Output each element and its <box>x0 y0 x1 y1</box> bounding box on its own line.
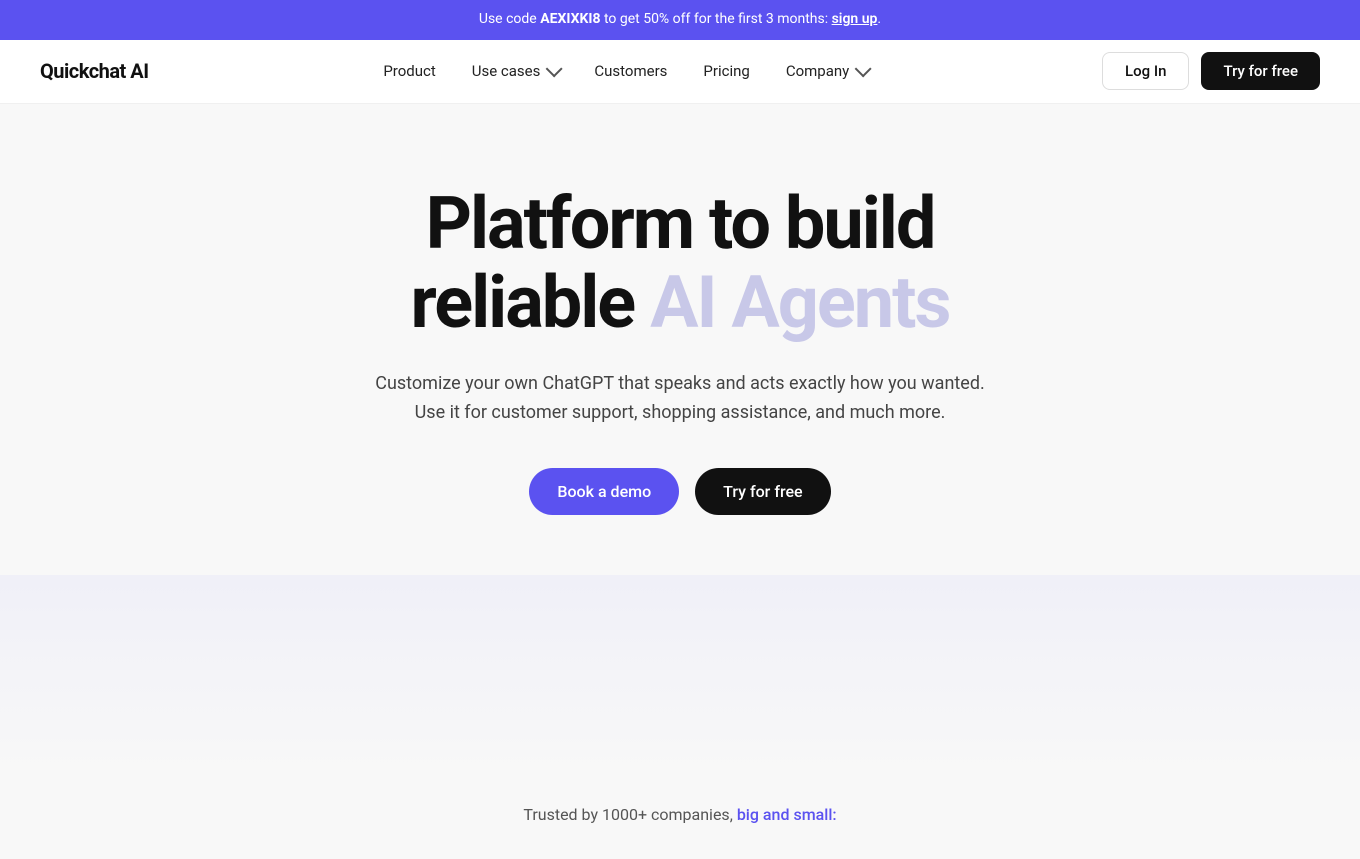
trusted-text: Trusted by 1000+ companies, big and smal… <box>40 805 1320 824</box>
trusted-section: Trusted by 1000+ companies, big and smal… <box>0 775 1360 844</box>
hero-buttons: Book a demo Try for free <box>529 468 830 515</box>
banner-prefix: Use code <box>479 11 540 27</box>
hero-title: Platform to build reliable AI Agents <box>411 184 950 342</box>
hero-title-highlight: AI Agents <box>650 260 949 345</box>
banner-suffix: to get 50% off for the first 3 months: <box>600 11 831 27</box>
nav-item-use-cases[interactable]: Use cases <box>458 54 573 88</box>
hero-subtitle: Customize your own ChatGPT that speaks a… <box>370 370 990 428</box>
nav-logo[interactable]: Quickchat AI <box>40 59 149 83</box>
nav-actions: Log In Try for free <box>1102 52 1320 90</box>
announcement-banner: Use code AEXIXKI8 to get 50% off for the… <box>0 0 1360 40</box>
banner-period: . <box>877 11 881 27</box>
nav-links: Product Use cases Customers Pricing Comp… <box>369 54 881 88</box>
login-button[interactable]: Log In <box>1102 52 1189 90</box>
nav-item-pricing[interactable]: Pricing <box>689 54 763 88</box>
hero-title-line2-prefix: reliable <box>411 260 651 345</box>
hero-section: Platform to build reliable AI Agents Cus… <box>0 104 1360 575</box>
nav-item-product[interactable]: Product <box>369 54 449 88</box>
use-cases-chevron-icon <box>546 60 563 77</box>
dashboard-preview <box>0 575 1360 775</box>
book-demo-button[interactable]: Book a demo <box>529 468 679 515</box>
hero-title-line1: Platform to build <box>426 181 935 266</box>
try-free-nav-button[interactable]: Try for free <box>1201 52 1320 90</box>
banner-promo-code: AEXIXKI8 <box>540 11 600 27</box>
trusted-prefix: Trusted by 1000+ companies, <box>523 805 732 824</box>
nav-item-company[interactable]: Company <box>772 54 881 88</box>
try-free-hero-button[interactable]: Try for free <box>695 468 830 515</box>
banner-signup-link[interactable]: sign up <box>832 11 878 27</box>
trusted-link[interactable]: big and small: <box>737 805 837 824</box>
nav-item-customers[interactable]: Customers <box>580 54 681 88</box>
company-chevron-icon <box>855 60 872 77</box>
navbar: Quickchat AI Product Use cases Customers… <box>0 40 1360 104</box>
